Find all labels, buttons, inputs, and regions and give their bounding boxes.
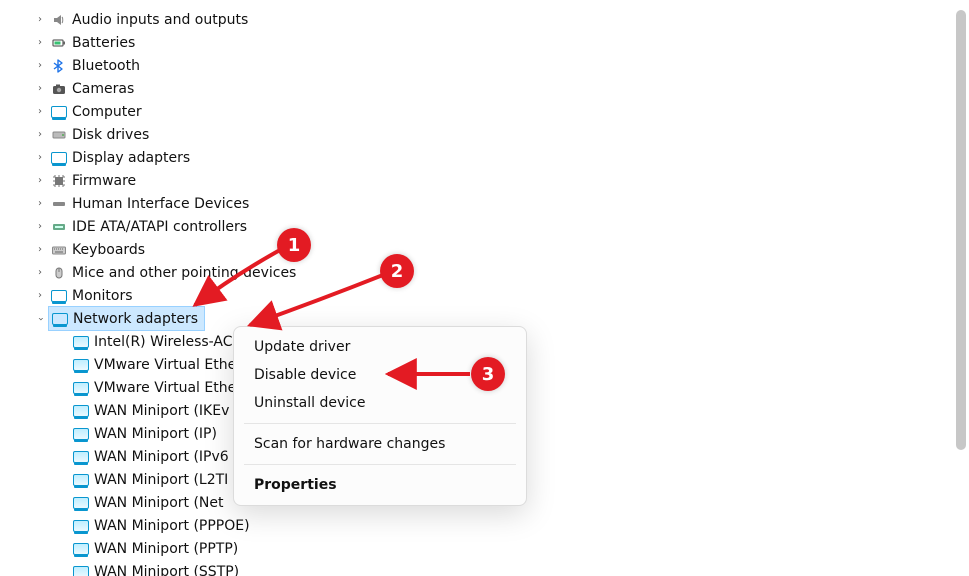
nic-icon: [72, 448, 90, 466]
chevron-right-icon[interactable]: ›: [32, 265, 48, 281]
tree-item-nic[interactable]: WAN Miniport (PPTP): [24, 537, 969, 560]
keyboard-icon: [50, 241, 68, 259]
tree-item-computer[interactable]: › Computer: [24, 100, 969, 123]
tree-label: VMware Virtual Ethe: [94, 354, 240, 376]
tree-label: WAN Miniport (IP): [94, 423, 221, 445]
chevron-right-icon[interactable]: ›: [32, 219, 48, 235]
speaker-icon: [50, 11, 68, 29]
callout-two: 2: [380, 254, 414, 288]
chevron-right-icon[interactable]: ›: [32, 127, 48, 143]
chevron-down-icon[interactable]: ›: [32, 311, 48, 327]
menu-label: Scan for hardware changes: [254, 436, 445, 452]
battery-icon: [50, 34, 68, 52]
tree-item-ide[interactable]: › IDE ATA/ATAPI controllers: [24, 215, 969, 238]
tree-label: Monitors: [72, 285, 137, 307]
tree-item-nic[interactable]: WAN Miniport (SSTP): [24, 560, 969, 576]
chevron-right-icon[interactable]: ›: [32, 242, 48, 258]
tree-label: Keyboards: [72, 239, 149, 261]
menu-separator: [244, 464, 516, 465]
nic-icon: [72, 333, 90, 351]
menu-separator: [244, 423, 516, 424]
tree-label: Disk drives: [72, 124, 153, 146]
tree-item-display[interactable]: › Display adapters: [24, 146, 969, 169]
controller-icon: [50, 218, 68, 236]
tree-label: VMware Virtual Ethe: [94, 377, 240, 399]
nic-icon: [72, 356, 90, 374]
chevron-right-icon[interactable]: ›: [32, 12, 48, 28]
chevron-right-icon[interactable]: ›: [32, 288, 48, 304]
nic-icon: [72, 379, 90, 397]
scrollbar-thumb[interactable]: [956, 10, 966, 450]
menu-label: Properties: [254, 477, 337, 493]
tree-label: Bluetooth: [72, 55, 144, 77]
tree-label: Network adapters: [73, 308, 202, 330]
chevron-right-icon[interactable]: ›: [32, 104, 48, 120]
nic-icon: [72, 563, 90, 576]
chevron-right-icon[interactable]: ›: [32, 150, 48, 166]
menu-properties[interactable]: Properties: [234, 471, 526, 499]
camera-icon: [50, 80, 68, 98]
tree-label: WAN Miniport (PPTP): [94, 538, 242, 560]
tree-item-keyboards[interactable]: › Keyboards: [24, 238, 969, 261]
network-icon: [51, 310, 69, 328]
chevron-right-icon[interactable]: ›: [32, 81, 48, 97]
tree-label: Human Interface Devices: [72, 193, 253, 215]
tree-label: Audio inputs and outputs: [72, 9, 252, 31]
tree-label: WAN Miniport (L2TI: [94, 469, 232, 491]
tree-label: WAN Miniport (PPPOE): [94, 515, 254, 537]
monitor-icon: [50, 103, 68, 121]
nic-icon: [72, 402, 90, 420]
tree-label: Computer: [72, 101, 146, 123]
tree-label: Firmware: [72, 170, 140, 192]
tree-label: WAN Miniport (SSTP): [94, 561, 243, 576]
tree-item-firmware[interactable]: › Firmware: [24, 169, 969, 192]
tree-label: WAN Miniport (IKEv: [94, 400, 233, 422]
chevron-right-icon[interactable]: ›: [32, 173, 48, 189]
tree-label: WAN Miniport (IPv6: [94, 446, 233, 468]
tree-label: IDE ATA/ATAPI controllers: [72, 216, 251, 238]
nic-icon: [72, 494, 90, 512]
tree-item-hid[interactable]: › Human Interface Devices: [24, 192, 969, 215]
tree-item-mice[interactable]: › Mice and other pointing devices: [24, 261, 969, 284]
tree-item-batteries[interactable]: › Batteries: [24, 31, 969, 54]
tree-item-disks[interactable]: › Disk drives: [24, 123, 969, 146]
tree-label: Cameras: [72, 78, 138, 100]
tree-label: Display adapters: [72, 147, 194, 169]
tree-item-nic[interactable]: WAN Miniport (PPPOE): [24, 514, 969, 537]
context-menu[interactable]: Update driver Disable device Uninstall d…: [233, 326, 527, 506]
menu-label: Uninstall device: [254, 395, 365, 411]
usb-icon: [50, 195, 68, 213]
chevron-right-icon[interactable]: ›: [32, 35, 48, 51]
bluetooth-icon: [50, 57, 68, 75]
tree-label: WAN Miniport (Net: [94, 492, 228, 514]
menu-scan-hardware[interactable]: Scan for hardware changes: [234, 430, 526, 458]
nic-icon: [72, 471, 90, 489]
chip-icon: [50, 172, 68, 190]
tree-label: Batteries: [72, 32, 139, 54]
tree-item-cameras[interactable]: › Cameras: [24, 77, 969, 100]
mouse-icon: [50, 264, 68, 282]
monitor-icon: [50, 287, 68, 305]
tree-label: Intel(R) Wireless-AC: [94, 331, 237, 353]
tree-label: Mice and other pointing devices: [72, 262, 300, 284]
menu-label: Disable device: [254, 367, 356, 383]
menu-label: Update driver: [254, 339, 350, 355]
tree-item-monitors[interactable]: › Monitors: [24, 284, 969, 307]
menu-uninstall-device[interactable]: Uninstall device: [234, 389, 526, 417]
monitor-icon: [50, 149, 68, 167]
nic-icon: [72, 540, 90, 558]
tree-item-bluetooth[interactable]: › Bluetooth: [24, 54, 969, 77]
tree-item-audio[interactable]: › Audio inputs and outputs: [24, 8, 969, 31]
callout-three: 3: [471, 357, 505, 391]
nic-icon: [72, 425, 90, 443]
callout-one: 1: [277, 228, 311, 262]
chevron-right-icon[interactable]: ›: [32, 196, 48, 212]
drive-icon: [50, 126, 68, 144]
nic-icon: [72, 517, 90, 535]
chevron-right-icon[interactable]: ›: [32, 58, 48, 74]
